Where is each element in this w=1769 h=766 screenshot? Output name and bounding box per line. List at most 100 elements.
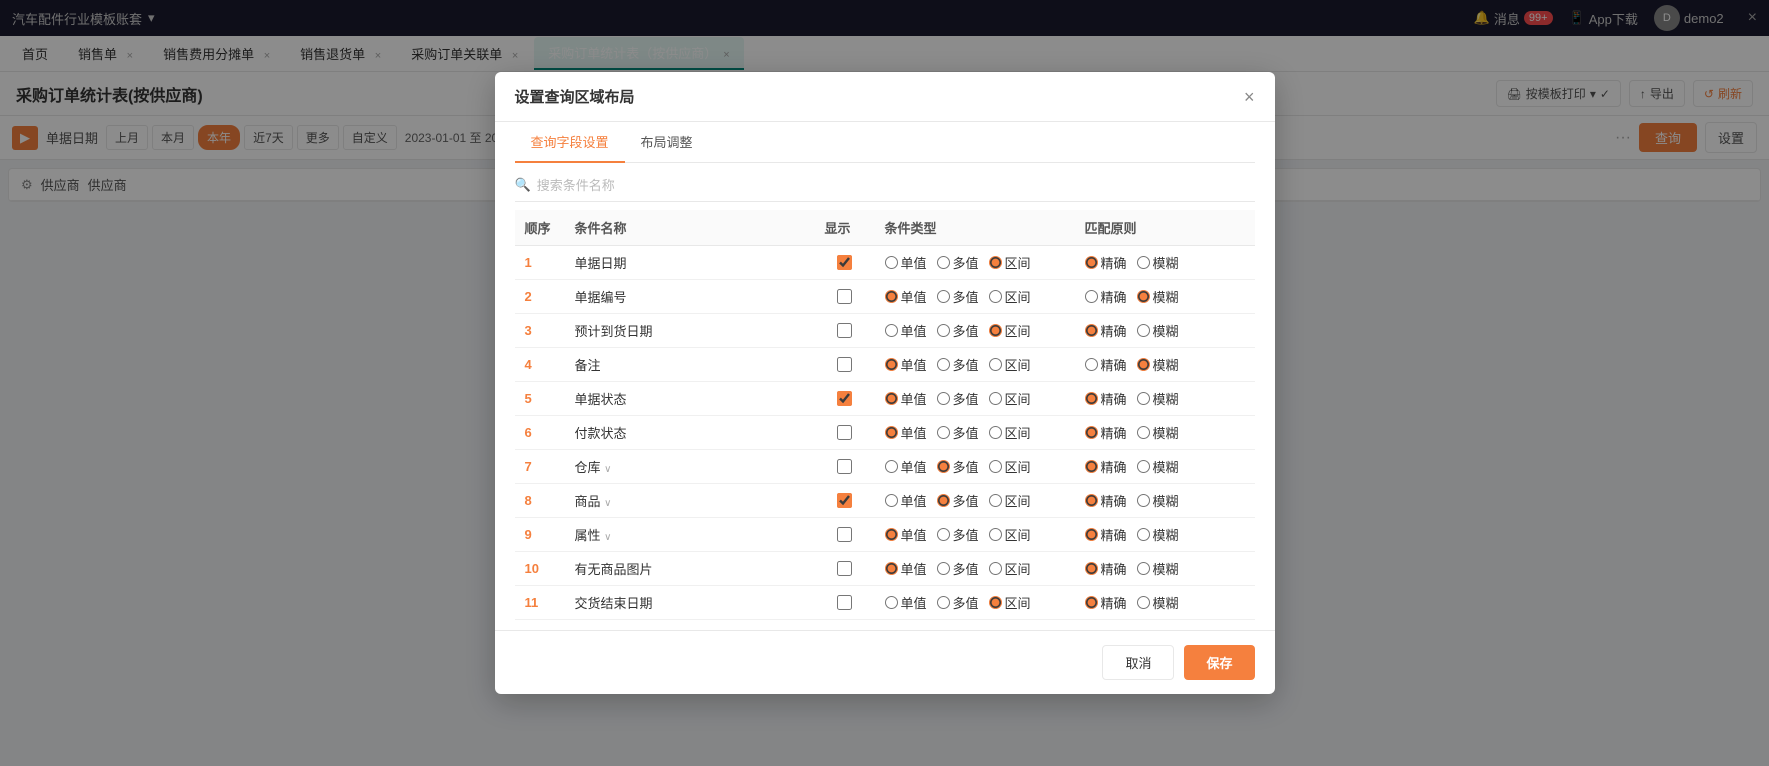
type-radio-item[interactable]: 单值 bbox=[885, 355, 927, 374]
type-radio[interactable] bbox=[989, 596, 1002, 609]
match-radio-item[interactable]: 精确 bbox=[1085, 253, 1127, 272]
type-radio-item[interactable]: 多值 bbox=[937, 355, 979, 374]
match-radio[interactable] bbox=[1085, 324, 1098, 337]
type-radio[interactable] bbox=[989, 324, 1002, 337]
type-radio[interactable] bbox=[885, 324, 898, 337]
type-radio-item[interactable]: 多值 bbox=[937, 457, 979, 476]
type-radio-item[interactable]: 单值 bbox=[885, 389, 927, 408]
show-checkbox[interactable] bbox=[837, 459, 852, 474]
type-radio[interactable] bbox=[989, 392, 1002, 405]
match-radio[interactable] bbox=[1137, 528, 1150, 541]
match-radio-item[interactable]: 模糊 bbox=[1137, 321, 1179, 340]
match-radio[interactable] bbox=[1085, 596, 1098, 609]
type-radio-item[interactable]: 区间 bbox=[989, 491, 1031, 510]
match-radio[interactable] bbox=[1085, 358, 1098, 371]
type-radio-item[interactable]: 单值 bbox=[885, 321, 927, 340]
type-radio-item[interactable]: 区间 bbox=[989, 593, 1031, 612]
type-radio-item[interactable]: 多值 bbox=[937, 593, 979, 612]
type-radio-item[interactable]: 区间 bbox=[989, 321, 1031, 340]
match-radio-item[interactable]: 模糊 bbox=[1137, 287, 1179, 306]
type-radio[interactable] bbox=[885, 460, 898, 473]
type-radio[interactable] bbox=[937, 494, 950, 507]
match-radio-item[interactable]: 精确 bbox=[1085, 287, 1127, 306]
save-button[interactable]: 保存 bbox=[1184, 645, 1254, 680]
match-radio[interactable] bbox=[1085, 426, 1098, 439]
match-radio[interactable] bbox=[1137, 256, 1150, 269]
show-checkbox[interactable] bbox=[837, 595, 852, 610]
show-checkbox[interactable] bbox=[837, 255, 852, 270]
type-radio[interactable] bbox=[989, 256, 1002, 269]
type-radio-item[interactable]: 多值 bbox=[937, 525, 979, 544]
show-checkbox[interactable] bbox=[837, 323, 852, 338]
type-radio-item[interactable]: 多值 bbox=[937, 491, 979, 510]
show-checkbox[interactable] bbox=[837, 527, 852, 542]
show-checkbox[interactable] bbox=[837, 289, 852, 304]
match-radio-item[interactable]: 模糊 bbox=[1137, 355, 1179, 374]
show-checkbox[interactable] bbox=[837, 391, 852, 406]
type-radio-item[interactable]: 区间 bbox=[989, 355, 1031, 374]
modal-tab-layout[interactable]: 布局调整 bbox=[625, 122, 709, 163]
match-radio[interactable] bbox=[1137, 392, 1150, 405]
type-radio-item[interactable]: 单值 bbox=[885, 491, 927, 510]
match-radio[interactable] bbox=[1137, 290, 1150, 303]
match-radio-item[interactable]: 模糊 bbox=[1137, 525, 1179, 544]
type-radio-item[interactable]: 多值 bbox=[937, 321, 979, 340]
match-radio-item[interactable]: 精确 bbox=[1085, 491, 1127, 510]
match-radio-item[interactable]: 模糊 bbox=[1137, 423, 1179, 442]
match-radio-item[interactable]: 精确 bbox=[1085, 559, 1127, 578]
cancel-button[interactable]: 取消 bbox=[1102, 645, 1174, 680]
type-radio[interactable] bbox=[989, 494, 1002, 507]
match-radio[interactable] bbox=[1137, 358, 1150, 371]
match-radio[interactable] bbox=[1085, 460, 1098, 473]
match-radio[interactable] bbox=[1137, 426, 1150, 439]
type-radio[interactable] bbox=[885, 426, 898, 439]
type-radio-item[interactable]: 多值 bbox=[937, 423, 979, 442]
match-radio[interactable] bbox=[1085, 562, 1098, 575]
type-radio[interactable] bbox=[885, 596, 898, 609]
type-radio-item[interactable]: 多值 bbox=[937, 389, 979, 408]
type-radio-item[interactable]: 区间 bbox=[989, 559, 1031, 578]
type-radio[interactable] bbox=[989, 358, 1002, 371]
match-radio[interactable] bbox=[1085, 494, 1098, 507]
match-radio[interactable] bbox=[1137, 460, 1150, 473]
type-radio[interactable] bbox=[989, 528, 1002, 541]
type-radio[interactable] bbox=[937, 528, 950, 541]
type-radio-item[interactable]: 单值 bbox=[885, 525, 927, 544]
type-radio-item[interactable]: 区间 bbox=[989, 253, 1031, 272]
type-radio[interactable] bbox=[937, 596, 950, 609]
match-radio-item[interactable]: 精确 bbox=[1085, 525, 1127, 544]
type-radio[interactable] bbox=[937, 358, 950, 371]
match-radio[interactable] bbox=[1085, 528, 1098, 541]
match-radio-item[interactable]: 模糊 bbox=[1137, 491, 1179, 510]
modal-search-input[interactable] bbox=[537, 178, 737, 193]
type-radio-item[interactable]: 多值 bbox=[937, 559, 979, 578]
type-radio-item[interactable]: 多值 bbox=[937, 253, 979, 272]
type-radio[interactable] bbox=[885, 256, 898, 269]
type-radio[interactable] bbox=[937, 256, 950, 269]
match-radio[interactable] bbox=[1085, 392, 1098, 405]
match-radio-item[interactable]: 模糊 bbox=[1137, 389, 1179, 408]
type-radio[interactable] bbox=[989, 562, 1002, 575]
type-radio[interactable] bbox=[885, 494, 898, 507]
type-radio[interactable] bbox=[885, 392, 898, 405]
type-radio-item[interactable]: 区间 bbox=[989, 423, 1031, 442]
type-radio[interactable] bbox=[937, 392, 950, 405]
type-radio-item[interactable]: 区间 bbox=[989, 287, 1031, 306]
match-radio-item[interactable]: 精确 bbox=[1085, 423, 1127, 442]
type-radio-item[interactable]: 单值 bbox=[885, 593, 927, 612]
match-radio-item[interactable]: 模糊 bbox=[1137, 559, 1179, 578]
match-radio[interactable] bbox=[1085, 290, 1098, 303]
match-radio-item[interactable]: 模糊 bbox=[1137, 253, 1179, 272]
type-radio-item[interactable]: 单值 bbox=[885, 423, 927, 442]
type-radio[interactable] bbox=[937, 426, 950, 439]
match-radio[interactable] bbox=[1137, 596, 1150, 609]
type-radio-item[interactable]: 单值 bbox=[885, 287, 927, 306]
match-radio[interactable] bbox=[1137, 562, 1150, 575]
show-checkbox[interactable] bbox=[837, 561, 852, 576]
modal-close-button[interactable]: × bbox=[1244, 88, 1255, 106]
type-radio[interactable] bbox=[937, 290, 950, 303]
type-radio-item[interactable]: 区间 bbox=[989, 457, 1031, 476]
match-radio-item[interactable]: 精确 bbox=[1085, 389, 1127, 408]
show-checkbox[interactable] bbox=[837, 493, 852, 508]
modal-tab-query-settings[interactable]: 查询字段设置 bbox=[515, 122, 625, 163]
